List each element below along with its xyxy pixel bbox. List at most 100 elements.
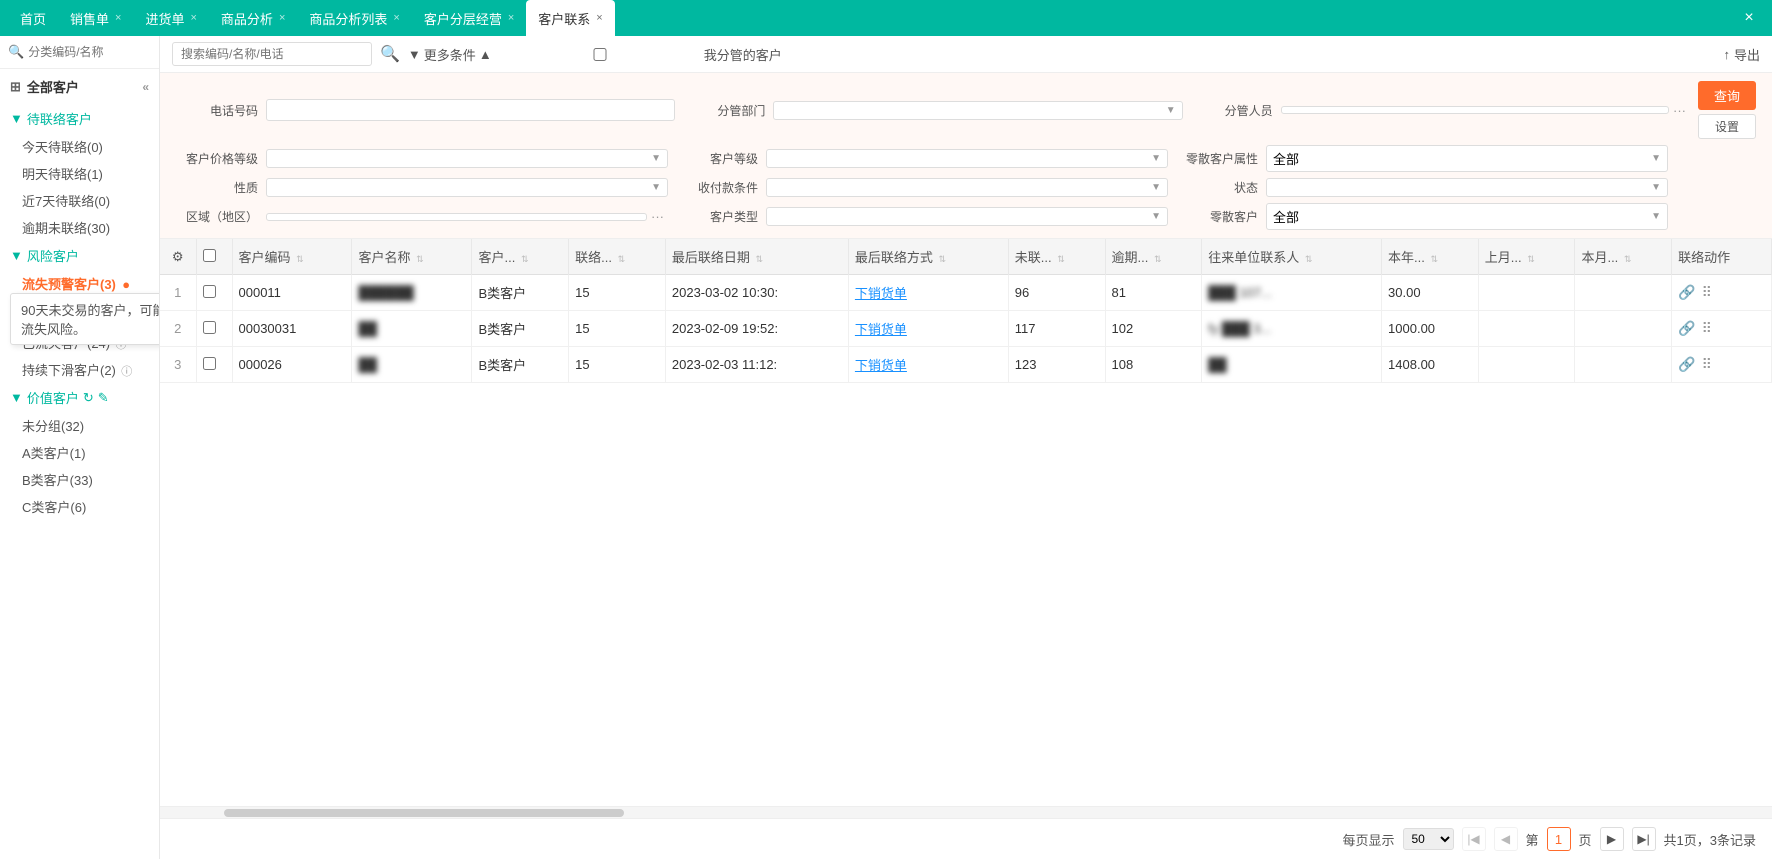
pending-arrow-icon: ▼: [10, 111, 23, 126]
filter-more-conditions[interactable]: ▼ 更多条件 ▲: [408, 45, 492, 64]
sidebar-item-ungrouped[interactable]: 未分组(32): [0, 412, 159, 439]
payment-select[interactable]: ▼: [766, 178, 1168, 197]
value-refresh-icon[interactable]: ↻: [83, 390, 94, 406]
current-page-value: 1: [1555, 832, 1562, 847]
col-settings[interactable]: ⚙: [160, 239, 196, 275]
uncontacted-sort-icon: ⇅: [1057, 254, 1065, 264]
sidebar-group-value[interactable]: ▼ 价值客户 ↻ ✎: [0, 383, 159, 412]
phone-input[interactable]: [266, 99, 675, 121]
nav-customer-contact-close[interactable]: ×: [596, 12, 602, 24]
search-input[interactable]: [172, 42, 372, 66]
status-arrow-icon: ▼: [1651, 182, 1661, 193]
export-button[interactable]: ↑ 导出: [1723, 45, 1760, 64]
row-year-amt-0: 30.00: [1382, 275, 1479, 311]
total-records-label: 共1页，3条记录: [1664, 830, 1756, 849]
nav-analysis-list-close[interactable]: ×: [393, 12, 399, 24]
sidebar-item-class-c[interactable]: C类客户(6): [0, 493, 159, 520]
nav-analysis[interactable]: 商品分析 ×: [209, 0, 297, 36]
status-select[interactable]: ▼: [1266, 178, 1668, 197]
row-method-link-0[interactable]: 下销货单: [855, 286, 907, 301]
scrollbar-thumb[interactable]: [224, 809, 624, 817]
customer-level-select[interactable]: ▼: [766, 149, 1168, 168]
nature-select[interactable]: ▼: [266, 178, 668, 197]
row-check-1[interactable]: [203, 321, 216, 334]
price-level-field: 客户价格等级 ▼: [176, 149, 668, 168]
dept-select[interactable]: ▼: [773, 101, 1182, 120]
customer-type-select[interactable]: ▼: [766, 207, 1168, 226]
region-select[interactable]: [266, 213, 647, 221]
manager-field: 分管人员 ···: [1191, 102, 1690, 119]
last-page-button[interactable]: ▶|: [1632, 827, 1656, 851]
query-button[interactable]: 查询: [1698, 81, 1756, 110]
col-year-amt: 本年... ⇅: [1382, 239, 1479, 275]
row-contact-2: 15: [569, 347, 666, 383]
next-page-button[interactable]: ▶: [1600, 827, 1624, 851]
col-contact2: 往来单位联系人 ⇅: [1202, 239, 1382, 275]
nav-analysis-close[interactable]: ×: [279, 12, 285, 24]
row-type-0: B类客户: [472, 275, 569, 311]
sidebar-item-class-a[interactable]: A类客户(1): [0, 439, 159, 466]
filter-arrow-icon: ▲: [479, 47, 492, 62]
retail-attr-select[interactable]: 全部 ▼: [1266, 145, 1668, 172]
row-year-amt-1: 1000.00: [1382, 311, 1479, 347]
per-page-select[interactable]: 50 100 200: [1403, 828, 1454, 850]
sidebar-search-input[interactable]: [28, 45, 160, 59]
nav-customer-segment-close[interactable]: ×: [508, 12, 514, 24]
nav-purchase-close[interactable]: ×: [190, 12, 196, 24]
sidebar-all-customers[interactable]: ⊞ 全部客户 «: [0, 69, 159, 104]
top-nav: 首页 销售单 × 进货单 × 商品分析 × 商品分析列表 × 客户分层经营 × …: [0, 0, 1772, 36]
price-level-select[interactable]: ▼: [266, 149, 668, 168]
sidebar-item-class-b[interactable]: B类客户(33): [0, 466, 159, 493]
row-check-2[interactable]: [203, 357, 216, 370]
action-link-icon-1[interactable]: 🔗: [1678, 320, 1695, 337]
nav-sales[interactable]: 销售单 ×: [58, 0, 133, 36]
row-method-link-2[interactable]: 下销货单: [855, 358, 907, 373]
nav-customer-segment[interactable]: 客户分层经营 ×: [412, 0, 526, 36]
value-edit-icon[interactable]: ✎: [98, 390, 109, 406]
row-last-date-0: 2023-03-02 10:30:: [665, 275, 848, 311]
content-area: 🔍 ▼ 更多条件 ▲ 我分管的客户 ↑ 导出 电话号码: [160, 36, 1772, 859]
customer-table: ⚙ 客户编码 ⇅ 客户名称 ⇅ 客户...: [160, 239, 1772, 383]
search-button[interactable]: 🔍: [380, 44, 400, 64]
sidebar-item-today[interactable]: 今天待联络(0): [0, 133, 159, 160]
sidebar-group-risk[interactable]: ▼ 风险客户: [0, 241, 159, 270]
nav-purchase[interactable]: 进货单 ×: [133, 0, 208, 36]
first-page-button[interactable]: |◀: [1462, 827, 1486, 851]
customer-level-field: 客户等级 ▼: [676, 149, 1168, 168]
nature-arrow-icon: ▼: [651, 182, 661, 193]
row-action-0: 🔗 ⠿: [1672, 275, 1772, 311]
nav-analysis-list[interactable]: 商品分析列表 ×: [297, 0, 411, 36]
contact-sort-icon: ⇅: [618, 254, 626, 264]
sidebar-item-tomorrow[interactable]: 明天待联络(1): [0, 160, 159, 187]
nav-analysis-list-label: 商品分析列表: [309, 9, 387, 28]
filter-row-4: 区域（地区） ··· 客户类型 ▼ 零散客户 全部: [176, 203, 1756, 230]
my-customers-checkbox[interactable]: [500, 48, 700, 61]
sidebar-item-declining[interactable]: 持续下滑客户(2) ⓘ: [0, 356, 159, 383]
sidebar-collapse-btn[interactable]: «: [142, 80, 149, 94]
retail-customer-select[interactable]: 全部 ▼: [1266, 203, 1668, 230]
action-more-icon-1[interactable]: ⠿: [1702, 320, 1712, 337]
sidebar-group-pending[interactable]: ▼ 待联络客户: [0, 104, 159, 133]
row-check-0[interactable]: [203, 285, 216, 298]
sidebar-item-week[interactable]: 近7天待联络(0): [0, 187, 159, 214]
select-all-checkbox[interactable]: [203, 249, 216, 262]
manager-dots[interactable]: ···: [1669, 103, 1690, 118]
manager-select[interactable]: [1281, 106, 1669, 114]
action-link-icon-0[interactable]: 🔗: [1678, 284, 1695, 301]
filter-bar: 🔍 ▼ 更多条件 ▲ 我分管的客户 ↑ 导出: [160, 36, 1772, 73]
my-customers-filter: 我分管的客户: [500, 45, 782, 64]
action-more-icon-2[interactable]: ⠿: [1702, 356, 1712, 373]
window-close-button[interactable]: ×: [1734, 3, 1764, 33]
settings-button[interactable]: 设置: [1698, 114, 1756, 139]
nav-home[interactable]: 首页: [8, 0, 58, 36]
row-method-link-1[interactable]: 下销货单: [855, 322, 907, 337]
class-b-label: B类客户(33): [22, 473, 93, 488]
horizontal-scrollbar[interactable]: [160, 806, 1772, 818]
action-more-icon-0[interactable]: ⠿: [1702, 284, 1712, 301]
nav-customer-contact[interactable]: 客户联系 ×: [526, 0, 614, 36]
region-dots[interactable]: ···: [647, 209, 668, 224]
action-link-icon-2[interactable]: 🔗: [1678, 356, 1695, 373]
sidebar-item-overdue[interactable]: 逾期未联络(30): [0, 214, 159, 241]
prev-page-button[interactable]: ◀: [1494, 827, 1518, 851]
nav-sales-close[interactable]: ×: [115, 12, 121, 24]
